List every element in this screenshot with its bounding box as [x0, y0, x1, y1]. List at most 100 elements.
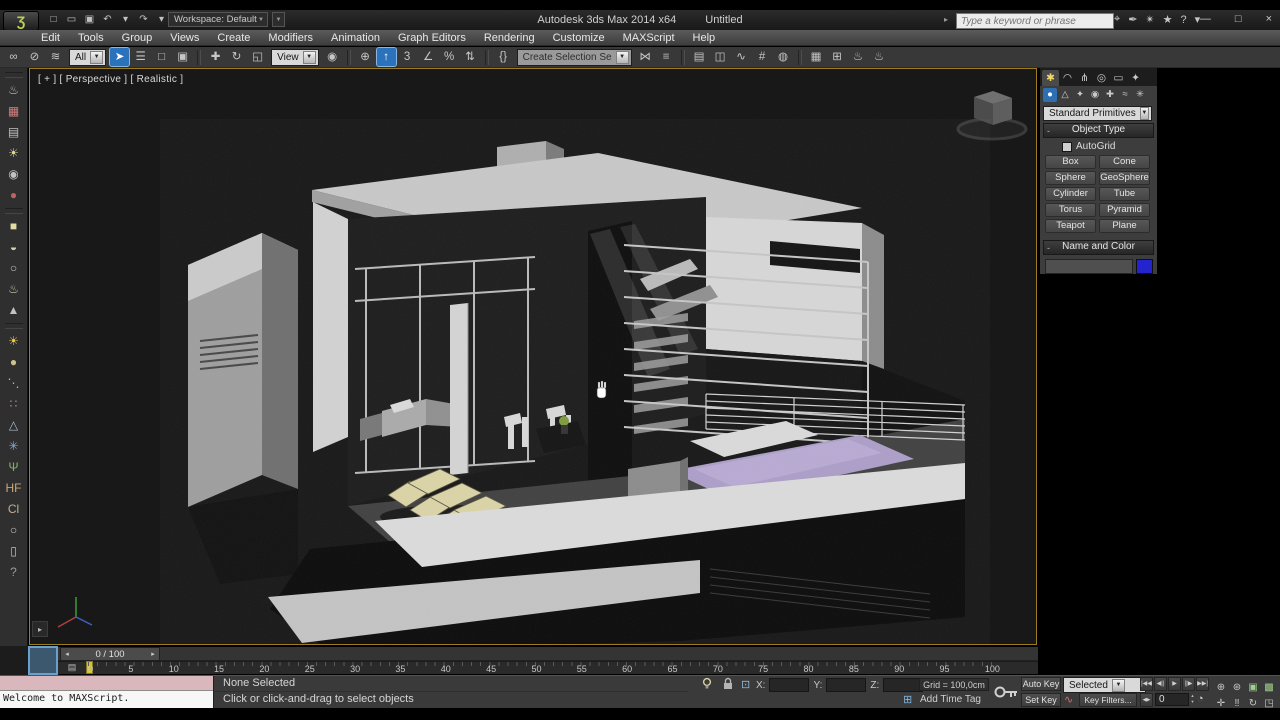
- search-icon[interactable]: ⌖: [1114, 13, 1120, 26]
- render-iterative-icon[interactable]: ♨: [870, 48, 889, 66]
- x-coordinate-field[interactable]: [769, 678, 810, 692]
- menu-create[interactable]: Create: [208, 32, 259, 44]
- category-space-warps[interactable]: ≈: [1118, 88, 1132, 102]
- category-lights[interactable]: ✦: [1073, 88, 1087, 102]
- maxscript-mini-listener[interactable]: Welcome to MAXScript.: [0, 676, 214, 708]
- pyramid-button[interactable]: Pyramid: [1099, 203, 1150, 217]
- time-slider-track[interactable]: [58, 647, 1038, 661]
- render-window-icon[interactable]: ▦: [2, 101, 26, 122]
- snaps-toggle-3d-icon[interactable]: 3: [398, 48, 417, 66]
- keyboard-shortcut-override-icon[interactable]: ↑: [375, 47, 397, 67]
- tab-create[interactable]: ✱: [1042, 70, 1059, 86]
- select-and-manipulate-icon[interactable]: ⊕: [356, 48, 375, 66]
- set-key-mode-icon[interactable]: [992, 679, 1020, 710]
- maxscript-output-row[interactable]: Welcome to MAXScript.: [0, 691, 213, 708]
- default-in-out-tangents-icon[interactable]: ∿: [1064, 693, 1073, 706]
- time-slider-handle[interactable]: ◂ 0 / 100 ▸: [60, 647, 160, 661]
- molecule-icon[interactable]: ∷: [2, 394, 26, 415]
- render-setup-icon[interactable]: ▦: [807, 48, 826, 66]
- category-helpers[interactable]: ✚: [1103, 88, 1117, 102]
- use-pivot-point-center-icon[interactable]: ◉: [323, 48, 342, 66]
- rectangular-selection-region-icon[interactable]: □: [152, 48, 171, 66]
- rain-icon[interactable]: ⋱: [2, 373, 26, 394]
- selection-filter-dropdown[interactable]: All ▼: [69, 48, 107, 66]
- spinner-snap-icon[interactable]: ⇅: [461, 48, 480, 66]
- set-key-button[interactable]: Set Key: [1021, 693, 1061, 707]
- current-frame-field[interactable]: 0: [1155, 693, 1189, 706]
- hair-fur-icon[interactable]: HF: [2, 478, 26, 499]
- next-frame-arrow[interactable]: ▸: [147, 650, 159, 658]
- key-filters-button[interactable]: Key Filters...: [1079, 693, 1137, 707]
- add-time-tag-button[interactable]: Add Time Tag: [920, 693, 981, 707]
- autogrid-checkbox[interactable]: [1062, 141, 1072, 152]
- cone-button[interactable]: Cone: [1099, 155, 1150, 169]
- frame-spinner[interactable]: ▲ ▼: [1189, 693, 1196, 706]
- object-type-rollout-header[interactable]: - Object Type: [1043, 123, 1154, 138]
- clipboard-icon[interactable]: ▯: [2, 541, 26, 562]
- open-mini-curve-editor-button[interactable]: ▤: [60, 662, 84, 673]
- category-shapes[interactable]: △: [1058, 88, 1072, 102]
- maximize-viewport-toggle-icon[interactable]: ◳: [1261, 697, 1277, 711]
- window-crossing-icon[interactable]: ▣: [173, 48, 192, 66]
- named-selection-sets-dropdown[interactable]: Create Selection Se ▼: [516, 48, 632, 66]
- tab-display[interactable]: ▭: [1110, 70, 1127, 86]
- tan-sphere-icon[interactable]: ●: [2, 352, 26, 373]
- lock-selection-icon[interactable]: [722, 677, 734, 693]
- category-systems[interactable]: ✳: [1133, 88, 1147, 102]
- percent-snap-icon[interactable]: %: [440, 48, 459, 66]
- next-frame-button[interactable]: ||▶: [1182, 677, 1195, 691]
- menu-group[interactable]: Group: [113, 32, 162, 44]
- torus-button[interactable]: Torus: [1045, 203, 1096, 217]
- plane-button[interactable]: Plane: [1099, 219, 1150, 233]
- menu-graph-editors[interactable]: Graph Editors: [389, 32, 475, 44]
- grass-icon[interactable]: Ψ: [2, 457, 26, 478]
- render-production-icon[interactable]: ♨: [849, 48, 868, 66]
- go-to-end-button[interactable]: ▶▶|: [1196, 677, 1209, 691]
- infocenter-expand-icon[interactable]: ▸: [944, 15, 948, 24]
- menu-animation[interactable]: Animation: [322, 32, 389, 44]
- viewport-canvas[interactable]: [ + ] [ Perspective ] [ Realistic ] ▸: [29, 68, 1037, 659]
- menu-maxscript[interactable]: MAXScript: [614, 32, 684, 44]
- walk-through-icon[interactable]: ‼: [1229, 697, 1245, 711]
- category-cameras[interactable]: ◉: [1088, 88, 1102, 102]
- sphere-button[interactable]: Sphere: [1045, 171, 1096, 185]
- pan-view-icon[interactable]: ✛: [1213, 697, 1229, 711]
- viewport-label[interactable]: [ + ] [ Perspective ] [ Realistic ]: [38, 74, 183, 85]
- previous-frame-arrow[interactable]: ◂: [61, 650, 73, 658]
- tab-motion[interactable]: ◎: [1093, 70, 1110, 86]
- z-coordinate-field[interactable]: [883, 678, 924, 692]
- teapot-tool-icon[interactable]: ♨: [2, 279, 26, 300]
- menu-edit[interactable]: Edit: [32, 32, 69, 44]
- menu-rendering[interactable]: Rendering: [475, 32, 544, 44]
- toggle-scene-explorer-icon[interactable]: ◫: [711, 48, 730, 66]
- select-by-name-icon[interactable]: ☰: [131, 48, 150, 66]
- select-object-icon[interactable]: ➤: [109, 47, 131, 67]
- sphere-tool-icon[interactable]: ○: [2, 258, 26, 279]
- object-name-field[interactable]: [1045, 259, 1133, 274]
- spiky-ball-icon[interactable]: ✳: [2, 436, 26, 457]
- auto-key-button[interactable]: Auto Key: [1021, 677, 1061, 691]
- gizmo-pyramid-icon[interactable]: △: [2, 415, 26, 436]
- camera-icon[interactable]: ◉: [2, 164, 26, 185]
- cylinder-button[interactable]: Cylinder: [1045, 187, 1096, 201]
- rendered-frame-window-icon[interactable]: ⊞: [828, 48, 847, 66]
- maxscript-input-row[interactable]: [0, 676, 213, 691]
- go-to-start-button[interactable]: |◀◀: [1140, 677, 1153, 691]
- tab-modify[interactable]: ◠: [1059, 70, 1076, 86]
- tab-hierarchy[interactable]: ⋔: [1076, 70, 1093, 86]
- time-configuration-icon[interactable]: ◔: [1197, 693, 1204, 705]
- maximize-button[interactable]: □: [1235, 13, 1242, 25]
- tube-button[interactable]: Tube: [1099, 187, 1150, 201]
- align-icon[interactable]: ≡: [657, 48, 676, 66]
- menu-views[interactable]: Views: [161, 32, 208, 44]
- key-set-dropdown[interactable]: Selected ▼: [1063, 677, 1146, 693]
- menu-help[interactable]: Help: [684, 32, 725, 44]
- select-and-link-icon[interactable]: ∞: [4, 48, 23, 66]
- play-button[interactable]: ▶: [1168, 677, 1181, 691]
- select-and-scale-icon[interactable]: ◱: [248, 48, 267, 66]
- viewport-layout-tab[interactable]: [28, 646, 58, 675]
- previous-frame-button[interactable]: ◀||: [1154, 677, 1167, 691]
- angle-snap-icon[interactable]: ∠: [419, 48, 438, 66]
- mirror-icon[interactable]: ⋈: [636, 48, 655, 66]
- material-editor-icon[interactable]: ◍: [774, 48, 793, 66]
